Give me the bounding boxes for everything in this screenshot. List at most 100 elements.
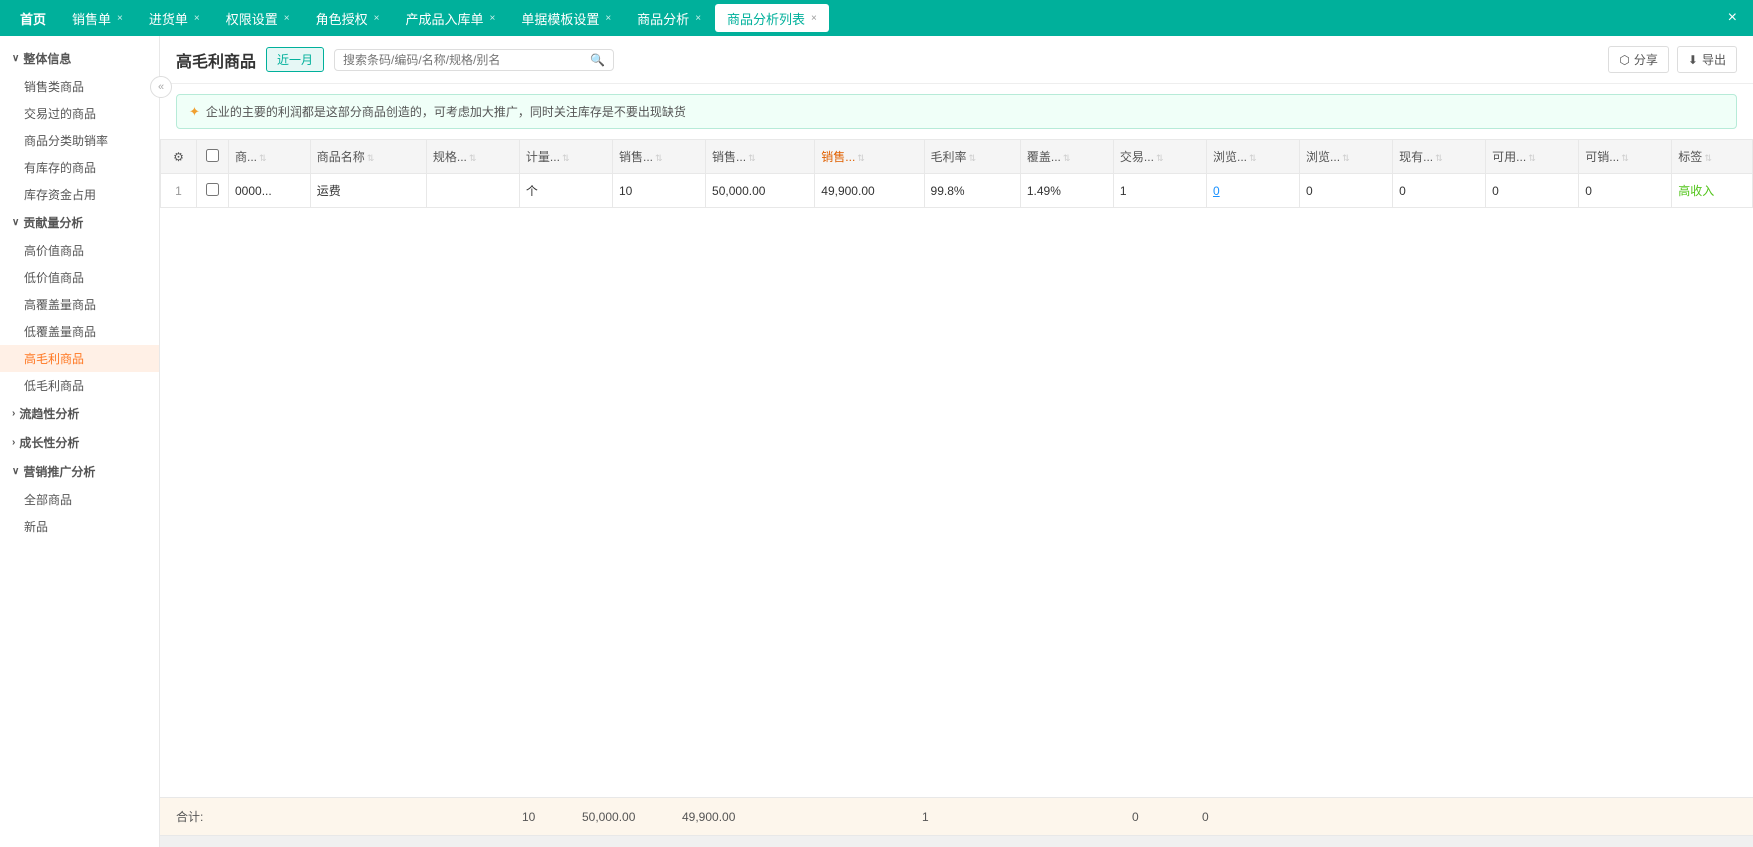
col-checkbox[interactable] <box>197 140 229 174</box>
tab-product-analysis[interactable]: 商品分析 × <box>625 4 713 32</box>
total-current-stock: 0 <box>1126 810 1196 824</box>
total-empty4 <box>846 810 916 824</box>
tab-sales[interactable]: 销售单 × <box>60 4 135 32</box>
marketing-arrow-icon: ∨ <box>12 466 19 477</box>
col-settings[interactable]: ⚙ <box>161 140 197 174</box>
row-code: 0000... <box>229 174 311 208</box>
col-name[interactable]: 商品名称⇅ <box>310 140 426 174</box>
row-current-stock: 0 <box>1393 174 1486 208</box>
header-actions: ⬡ 分享 ⬇ 导出 <box>1608 46 1737 73</box>
info-banner: ✦ 企业的主要的利润都是这部分商品创造的，可考虑加大推广，同时关注库存是不要出现… <box>176 94 1737 129</box>
sidebar-section-growth[interactable]: › 成长性分析 <box>0 428 159 457</box>
window-close-icon[interactable]: × <box>1720 9 1745 26</box>
col-current-stock[interactable]: 现有...⇅ <box>1393 140 1486 174</box>
total-empty6 <box>1056 810 1126 824</box>
tab-permissions-close[interactable]: × <box>284 13 290 24</box>
col-spec[interactable]: 规格...⇅ <box>426 140 519 174</box>
tab-inbound[interactable]: 产成品入库单 × <box>393 4 507 32</box>
col-views2[interactable]: 浏览...⇅ <box>1300 140 1393 174</box>
col-code[interactable]: 商...⇅ <box>229 140 311 174</box>
total-sales-amount: 50,000.00 <box>576 810 676 824</box>
tab-purchase[interactable]: 进货单 × <box>137 4 212 32</box>
tab-template-close[interactable]: × <box>605 13 611 24</box>
sidebar-item-low-coverage[interactable]: 低覆盖量商品 <box>0 318 159 345</box>
row-sales-qty: 10 <box>612 174 705 208</box>
sidebar-item-sales-goods[interactable]: 销售类商品 <box>0 73 159 100</box>
row-checkbox[interactable] <box>197 174 229 208</box>
row-coverage: 1.49% <box>1020 174 1113 208</box>
sidebar-section-overall[interactable]: ∨ 整体信息 <box>0 44 159 73</box>
tab-product-analysis-label: 商品分析 <box>637 9 689 28</box>
filter-recent-month-btn[interactable]: 近一月 <box>266 47 324 72</box>
overall-section-label: 整体信息 <box>23 50 71 67</box>
tab-permissions[interactable]: 权限设置 × <box>214 4 302 32</box>
col-sales-profit[interactable]: 销售...⇅ <box>815 140 924 174</box>
total-empty2 <box>396 810 516 824</box>
sidebar-item-in-stock[interactable]: 有库存的商品 <box>0 154 159 181</box>
tab-product-analysis-close[interactable]: × <box>695 13 701 24</box>
tab-roles[interactable]: 角色授权 × <box>304 4 392 32</box>
tab-analysis-list-close[interactable]: × <box>811 13 817 24</box>
sidebar-item-stock-capital[interactable]: 库存资金占用 <box>0 181 159 208</box>
data-table: ⚙ 商...⇅ 商品名称⇅ 规格...⇅ 计量...⇅ 销售...⇅ 销售...… <box>160 139 1753 208</box>
col-transactions[interactable]: 交易...⇅ <box>1113 140 1206 174</box>
select-all-checkbox[interactable] <box>206 149 219 162</box>
col-coverage[interactable]: 覆盖...⇅ <box>1020 140 1113 174</box>
row-transactions: 1 <box>1113 174 1206 208</box>
search-input[interactable] <box>343 53 586 67</box>
sidebar-item-low-margin[interactable]: 低毛利商品 <box>0 372 159 399</box>
tab-purchase-label: 进货单 <box>149 9 188 28</box>
contribution-arrow-icon: ∨ <box>12 217 19 228</box>
trend-section-label: 流趋性分析 <box>19 405 79 422</box>
tab-analysis-list-label: 商品分析列表 <box>727 9 805 28</box>
table-row: 1 0000... 运费 个 10 50,000.00 49,900.00 99… <box>161 174 1753 208</box>
export-btn[interactable]: ⬇ 导出 <box>1677 46 1737 73</box>
total-sales-profit: 49,900.00 <box>676 810 776 824</box>
tab-template[interactable]: 单据模板设置 × <box>509 4 623 32</box>
sidebar-section-trend[interactable]: › 流趋性分析 <box>0 399 159 428</box>
growth-arrow-icon: › <box>12 437 15 448</box>
sidebar-item-all-goods[interactable]: 全部商品 <box>0 486 159 513</box>
tab-inbound-label: 产成品入库单 <box>405 9 483 28</box>
col-sales-amount[interactable]: 销售...⇅ <box>706 140 815 174</box>
tab-analysis-list[interactable]: 商品分析列表 × <box>715 4 829 32</box>
overall-arrow-icon: ∨ <box>12 53 19 64</box>
sidebar-section-contribution[interactable]: ∨ 贡献量分析 <box>0 208 159 237</box>
tab-roles-label: 角色授权 <box>316 9 368 28</box>
sidebar-toggle-btn[interactable]: « <box>150 76 172 98</box>
col-views1[interactable]: 浏览...⇅ <box>1206 140 1299 174</box>
sidebar-item-new-products[interactable]: 新品 <box>0 513 159 540</box>
search-icon[interactable]: 🔍 <box>590 53 605 67</box>
col-sellable[interactable]: 可销...⇅ <box>1579 140 1672 174</box>
row-sales-profit: 49,900.00 <box>815 174 924 208</box>
tab-inbound-close[interactable]: × <box>489 13 495 24</box>
tab-roles-close[interactable]: × <box>374 13 380 24</box>
sidebar-section-marketing[interactable]: ∨ 营销推广分析 <box>0 457 159 486</box>
contribution-section-label: 贡献量分析 <box>23 214 83 231</box>
col-sales-qty[interactable]: 销售...⇅ <box>612 140 705 174</box>
col-gross-margin[interactable]: 毛利率⇅ <box>924 140 1020 174</box>
tab-home[interactable]: 首页 <box>8 4 58 32</box>
sidebar-item-category-rate[interactable]: 商品分类助销率 <box>0 127 159 154</box>
row-gross-margin: 99.8% <box>924 174 1020 208</box>
tab-sales-close[interactable]: × <box>117 13 123 24</box>
top-navigation: 首页 销售单 × 进货单 × 权限设置 × 角色授权 × 产成品入库单 × 单据… <box>0 0 1753 36</box>
total-transactions: 1 <box>916 810 986 824</box>
sidebar-item-traded[interactable]: 交易过的商品 <box>0 100 159 127</box>
row-unit: 个 <box>519 174 612 208</box>
sidebar-item-low-value[interactable]: 低价值商品 <box>0 264 159 291</box>
export-icon: ⬇ <box>1688 53 1698 67</box>
col-tag[interactable]: 标签⇅ <box>1672 140 1753 174</box>
sidebar-item-high-value[interactable]: 高价值商品 <box>0 237 159 264</box>
col-unit[interactable]: 计量...⇅ <box>519 140 612 174</box>
page-title: 高毛利商品 <box>176 48 256 72</box>
row-views2: 0 <box>1300 174 1393 208</box>
share-btn[interactable]: ⬡ 分享 <box>1608 46 1669 73</box>
bottom-scrollbar[interactable] <box>160 835 1753 847</box>
share-icon: ⬡ <box>1619 53 1629 67</box>
trend-arrow-icon: › <box>12 408 15 419</box>
col-available[interactable]: 可用...⇅ <box>1486 140 1579 174</box>
tab-purchase-close[interactable]: × <box>194 13 200 24</box>
sidebar-item-high-margin[interactable]: 高毛利商品 <box>0 345 159 372</box>
sidebar-item-high-coverage[interactable]: 高覆盖量商品 <box>0 291 159 318</box>
